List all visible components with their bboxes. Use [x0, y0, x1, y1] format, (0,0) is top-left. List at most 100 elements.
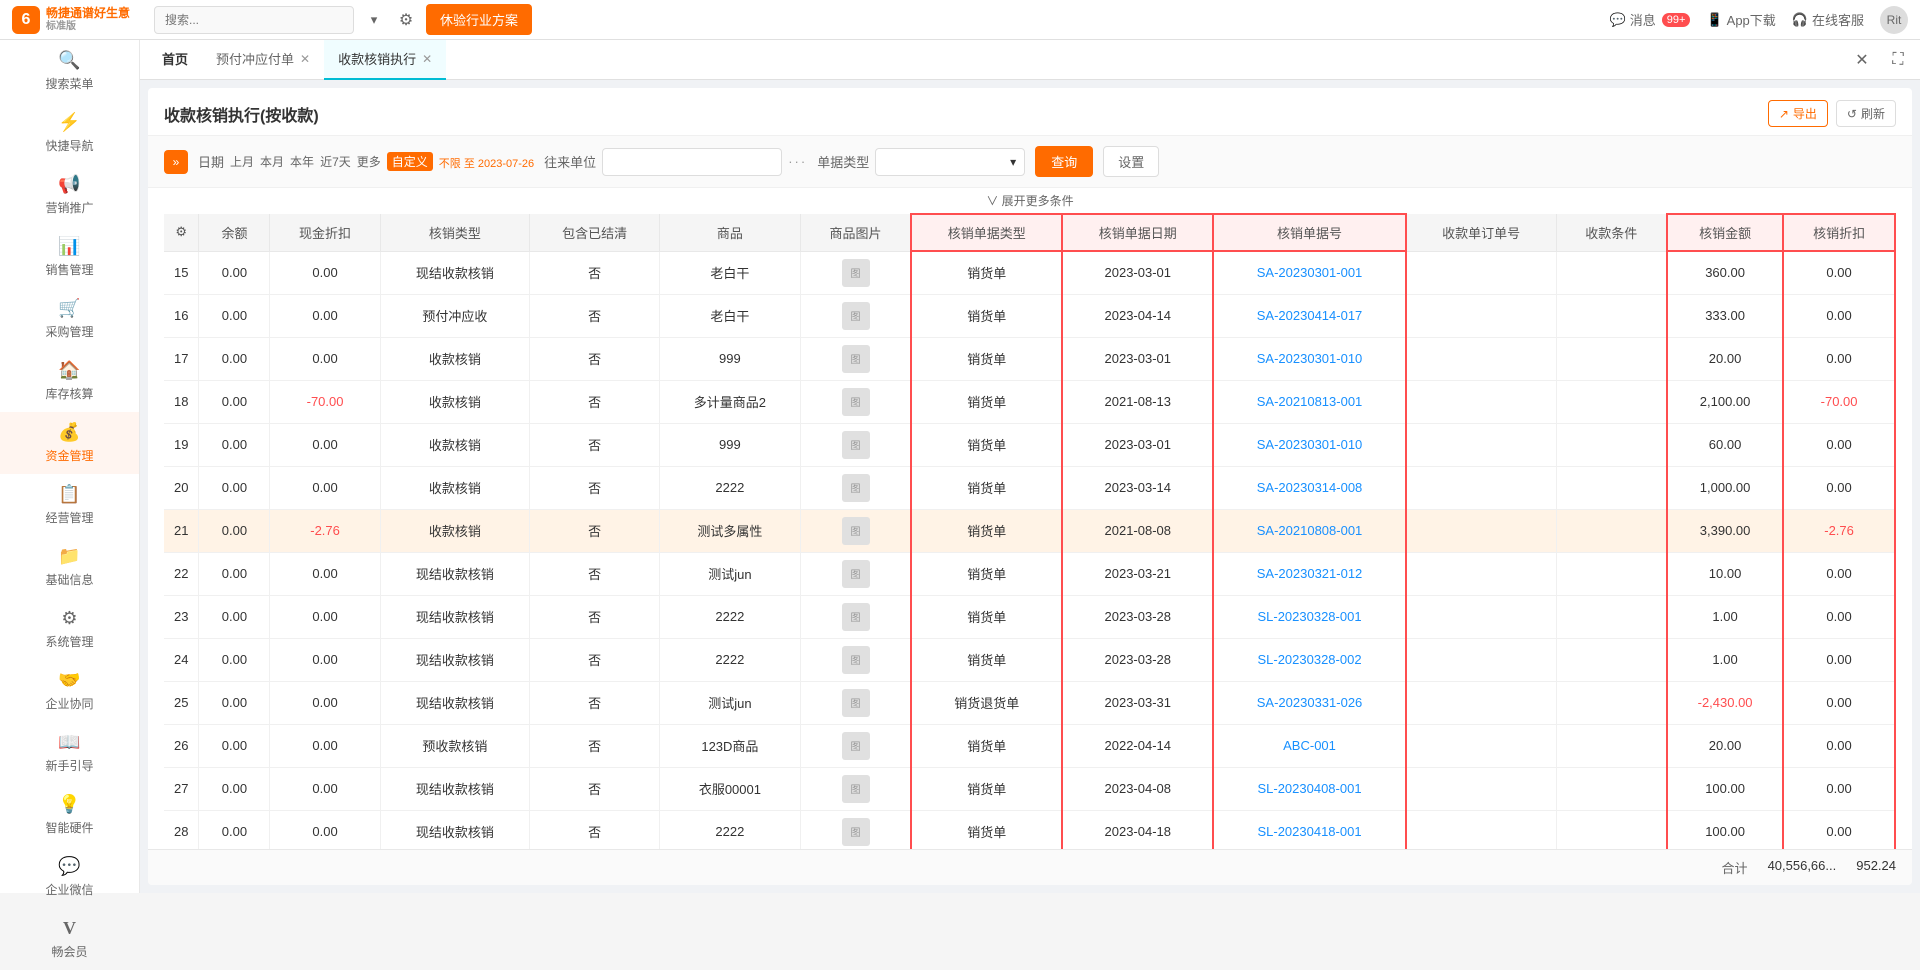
app-icon: 📱	[1706, 12, 1722, 28]
td-id: 21	[164, 509, 199, 552]
filter-voucher-select[interactable]: ▾	[875, 148, 1025, 176]
td-verify-discount: 0.00	[1783, 810, 1895, 849]
td-receipt-condition	[1556, 552, 1667, 595]
tab-close-prepay[interactable]: ✕	[300, 52, 310, 66]
td-verify-date: 2021-08-08	[1062, 509, 1213, 552]
sidebar-item-finance[interactable]: 💰 资金管理	[0, 412, 139, 474]
sidebar-item-purchase[interactable]: 🛒 采购管理	[0, 288, 139, 350]
filter-settings-btn[interactable]: 设置	[1103, 146, 1159, 177]
td-include-settled: 否	[530, 337, 660, 380]
sidebar-item-collab[interactable]: 🤝 企业协同	[0, 660, 139, 722]
tab-verify[interactable]: 收款核销执行 ✕	[324, 40, 446, 80]
td-product-img: 图	[800, 466, 911, 509]
sidebar-item-marketing[interactable]: 📢 营销推广	[0, 164, 139, 226]
user-avatar[interactable]: Rit	[1880, 6, 1908, 34]
refresh-icon: ↺	[1847, 107, 1857, 121]
filter-7days[interactable]: 近7天	[320, 153, 351, 170]
td-receipt-condition	[1556, 466, 1667, 509]
app-download-btn[interactable]: 📱 App下载	[1706, 10, 1775, 29]
td-verify-date: 2023-03-28	[1062, 638, 1213, 681]
td-verify-type: 现结收款核销	[380, 767, 529, 810]
purchase-icon: 🛒	[58, 298, 80, 319]
td-balance: 0.00	[199, 595, 270, 638]
th-gear[interactable]: ⚙	[164, 214, 199, 251]
filter-custom[interactable]: 自定义	[387, 152, 433, 171]
td-verify-date: 2021-08-13	[1062, 380, 1213, 423]
tab-expand-icon[interactable]: ⛶	[1884, 46, 1912, 74]
td-verify-amount: 1,000.00	[1667, 466, 1783, 509]
filter-expand-arrow[interactable]: »	[164, 150, 188, 174]
td-verify-discount: 0.00	[1783, 337, 1895, 380]
td-product-img: 图	[800, 681, 911, 724]
sidebar-item-basic[interactable]: 📁 基础信息	[0, 536, 139, 598]
sidebar-item-system[interactable]: ⚙ 系统管理	[0, 598, 139, 660]
td-verify-no: SL-20230328-001	[1213, 595, 1406, 638]
td-verify-voucher-type: 销货单	[911, 380, 1062, 423]
online-service-btn[interactable]: 🎧 在线客服	[1792, 10, 1864, 29]
filter-this-year[interactable]: 本年	[290, 153, 314, 170]
filter-partner-input[interactable]	[602, 148, 782, 176]
td-verify-discount: 0.00	[1783, 466, 1895, 509]
td-id: 22	[164, 552, 199, 595]
sidebar-item-quick[interactable]: ⚡ 快捷导航	[0, 102, 139, 164]
filter-last-month[interactable]: 上月	[230, 153, 254, 170]
tab-close-verify[interactable]: ✕	[422, 52, 432, 66]
td-verify-date: 2023-03-01	[1062, 423, 1213, 466]
sidebar-item-guide[interactable]: 📖 新手引导	[0, 722, 139, 784]
page-header: 收款核销执行(按收款) ↗ 导出 ↺ 刷新	[148, 88, 1912, 136]
sidebar-item-operation[interactable]: 📋 经营管理	[0, 474, 139, 536]
td-receipt-order	[1406, 509, 1556, 552]
message-btn[interactable]: 💬 消息 99+	[1610, 10, 1691, 29]
td-product: 123D商品	[660, 724, 801, 767]
td-verify-discount: -2.76	[1783, 509, 1895, 552]
app-sub: 标准版	[46, 21, 130, 32]
sidebar-item-hardware[interactable]: 💡 智能硬件	[0, 784, 139, 846]
td-verify-amount: 333.00	[1667, 294, 1783, 337]
sidebar: 🔍 搜索菜单 ⚡ 快捷导航 📢 营销推广 📊 销售管理 🛒 采购管理 🏠 库存核…	[0, 40, 140, 893]
td-receipt-condition	[1556, 724, 1667, 767]
export-btn[interactable]: ↗ 导出	[1768, 100, 1828, 127]
sidebar-item-inventory[interactable]: 🏠 库存核算	[0, 350, 139, 412]
tab-bar: 首页 预付冲应付单 ✕ 收款核销执行 ✕ ✕ ⛶	[140, 40, 1920, 80]
td-cash-discount: 0.00	[270, 337, 380, 380]
td-verify-type: 收款核销	[380, 337, 529, 380]
industry-btn[interactable]: 休验行业方案	[426, 4, 532, 35]
td-include-settled: 否	[530, 294, 660, 337]
td-verify-date: 2023-04-08	[1062, 767, 1213, 810]
expand-more-btn[interactable]: ∨ 展开更多条件	[148, 188, 1912, 213]
td-verify-no: SA-20230331-026	[1213, 681, 1406, 724]
td-receipt-condition	[1556, 638, 1667, 681]
td-include-settled: 否	[530, 509, 660, 552]
td-verify-discount: 0.00	[1783, 251, 1895, 294]
table-container[interactable]: ⚙ 余额 现金折扣 核销类型 包含已结清 商品 商品图片 核销单据类型 核销单据…	[148, 213, 1912, 849]
th-verify-no: 核销单据号	[1213, 214, 1406, 251]
tab-close-icon[interactable]: ✕	[1848, 46, 1876, 74]
filter-partner-dots[interactable]: ···	[788, 154, 807, 169]
settings-icon[interactable]: ⚙	[394, 8, 418, 32]
dropdown-icon[interactable]: ▾	[362, 8, 386, 32]
td-verify-amount: 60.00	[1667, 423, 1783, 466]
td-verify-voucher-type: 销货单	[911, 810, 1062, 849]
td-balance: 0.00	[199, 466, 270, 509]
td-receipt-order	[1406, 552, 1556, 595]
tab-prepay[interactable]: 预付冲应付单 ✕	[202, 40, 324, 80]
th-balance: 余额	[199, 214, 270, 251]
td-balance: 0.00	[199, 251, 270, 294]
sidebar-item-wechat[interactable]: 💬 企业微信	[0, 846, 139, 908]
sidebar-label: 企业协同	[45, 695, 93, 712]
filter-more[interactable]: 更多	[357, 153, 381, 170]
refresh-btn[interactable]: ↺ 刷新	[1836, 100, 1896, 127]
td-id: 19	[164, 423, 199, 466]
td-product: 2222	[660, 466, 801, 509]
sidebar-item-member[interactable]: V 畅会员	[0, 908, 139, 970]
filter-this-month[interactable]: 本月	[260, 153, 284, 170]
sidebar-item-sales[interactable]: 📊 销售管理	[0, 226, 139, 288]
td-include-settled: 否	[530, 380, 660, 423]
td-product: 测试jun	[660, 681, 801, 724]
td-receipt-order	[1406, 810, 1556, 849]
tab-home[interactable]: 首页	[148, 40, 202, 80]
td-id: 15	[164, 251, 199, 294]
search-input[interactable]	[154, 6, 354, 34]
sidebar-item-search[interactable]: 🔍 搜索菜单	[0, 40, 139, 102]
query-btn[interactable]: 查询	[1035, 146, 1093, 177]
